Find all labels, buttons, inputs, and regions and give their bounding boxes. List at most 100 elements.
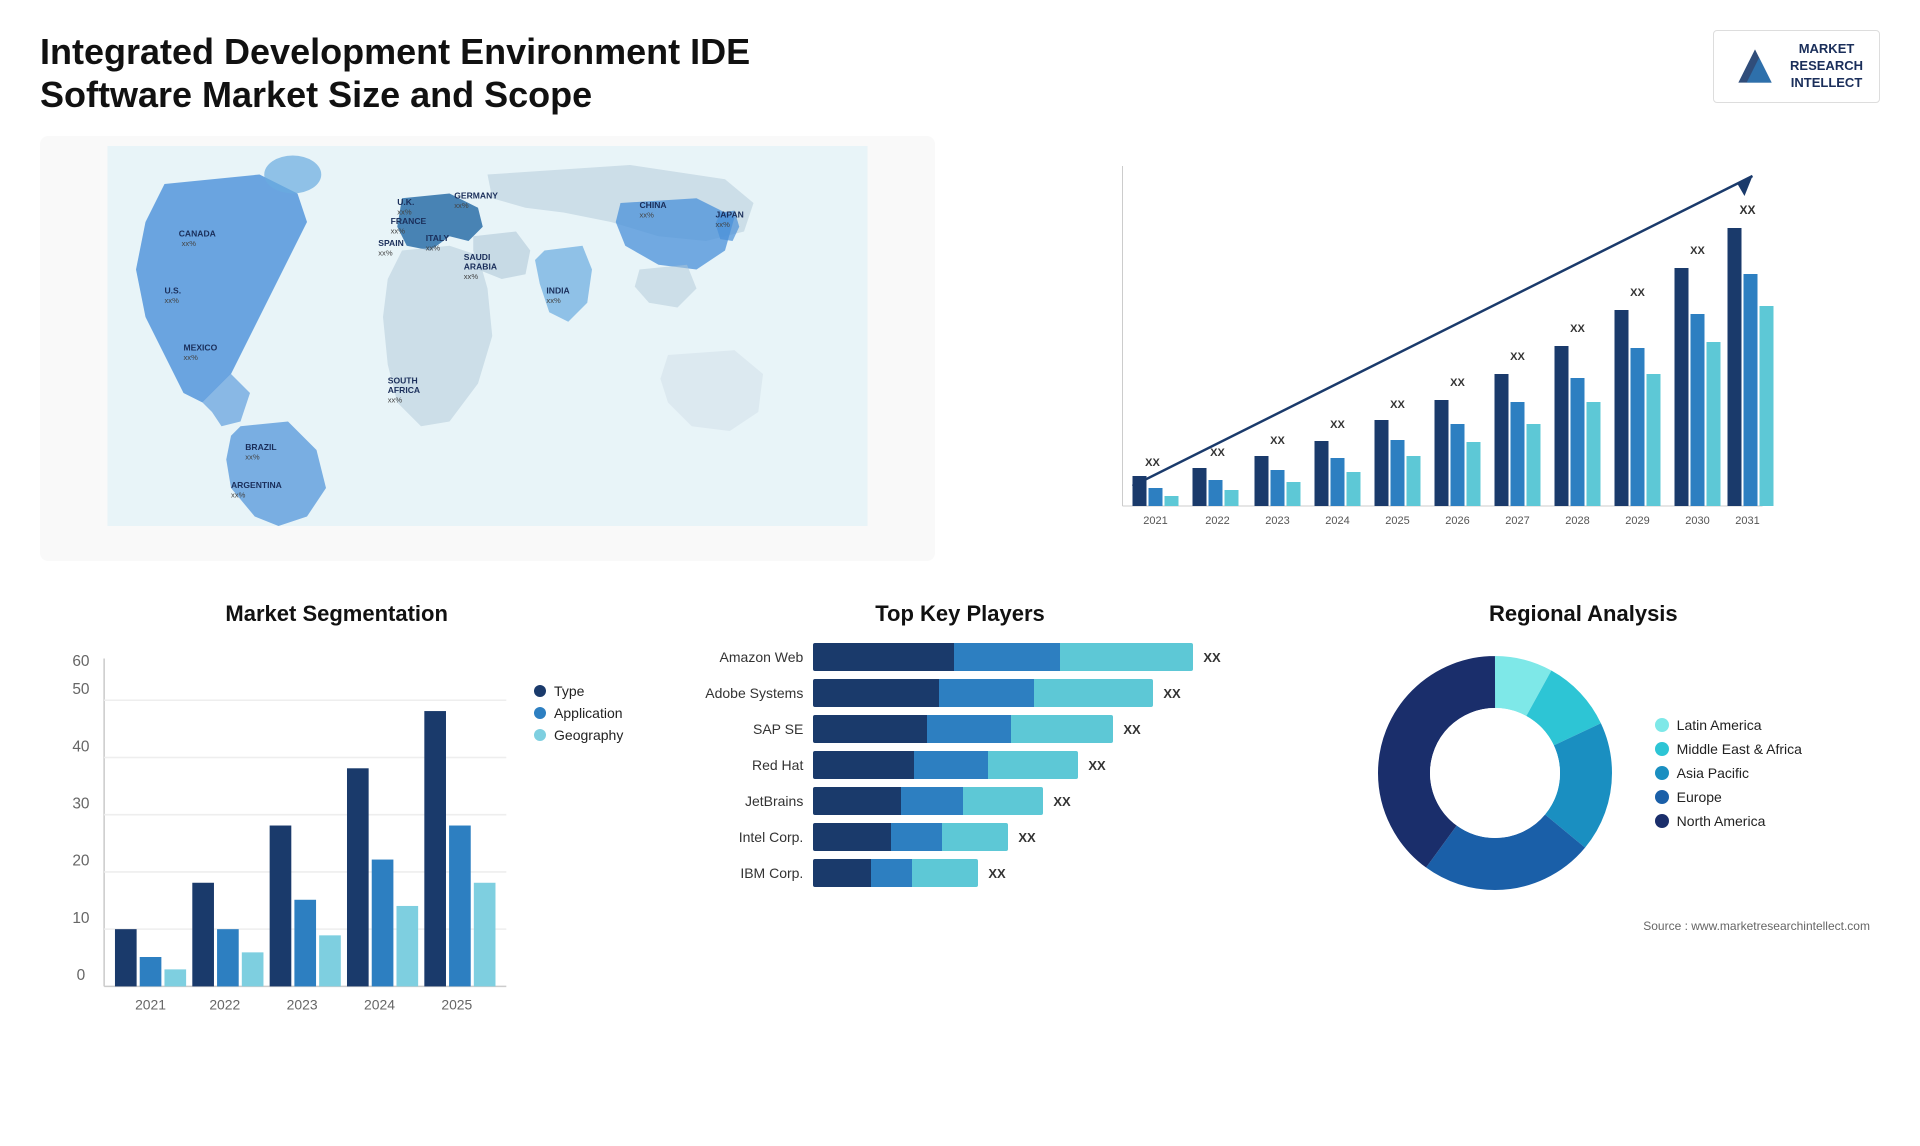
- legend-geography-dot: [534, 729, 546, 741]
- player-name: Intel Corp.: [673, 829, 803, 845]
- svg-text:60: 60: [72, 654, 89, 671]
- legend-apac: Asia Pacific: [1655, 765, 1802, 781]
- legend-mea: Middle East & Africa: [1655, 741, 1802, 757]
- svg-text:FRANCE: FRANCE: [391, 216, 427, 226]
- svg-text:BRAZIL: BRAZIL: [245, 442, 276, 452]
- svg-text:xx%: xx%: [184, 353, 199, 362]
- player-bar-wrap: XX: [813, 643, 1246, 671]
- logo-icon: [1730, 41, 1780, 91]
- svg-text:XX: XX: [1630, 287, 1645, 299]
- bar-seg-dark: [813, 643, 954, 671]
- svg-text:2021: 2021: [1143, 515, 1167, 527]
- player-bar-wrap: XX: [813, 859, 1246, 887]
- svg-text:2022: 2022: [209, 997, 240, 1013]
- svg-text:ITALY: ITALY: [426, 233, 450, 243]
- player-row: IBM Corp. XX: [673, 859, 1246, 887]
- legend-europe-dot: [1655, 790, 1669, 804]
- svg-text:2023: 2023: [287, 997, 318, 1013]
- player-bar: [813, 715, 1113, 743]
- player-name: SAP SE: [673, 721, 803, 737]
- svg-text:xx%: xx%: [231, 491, 246, 500]
- svg-text:SOUTH: SOUTH: [388, 376, 418, 386]
- svg-text:20: 20: [72, 853, 89, 870]
- player-xx: XX: [1088, 758, 1105, 773]
- svg-text:XX: XX: [1690, 245, 1705, 257]
- svg-text:XX: XX: [1739, 203, 1755, 217]
- svg-text:CANADA: CANADA: [179, 229, 216, 239]
- player-bar: [813, 787, 1043, 815]
- player-name: Adobe Systems: [673, 685, 803, 701]
- top-section: CANADA xx% U.S. xx% MEXICO xx% BRAZIL xx…: [40, 136, 1880, 561]
- legend-na-dot: [1655, 814, 1669, 828]
- legend-mea-label: Middle East & Africa: [1677, 741, 1802, 757]
- player-bar: [813, 823, 1008, 851]
- regional-title: Regional Analysis: [1297, 601, 1870, 627]
- player-bar-wrap: XX: [813, 679, 1246, 707]
- svg-text:GERMANY: GERMANY: [454, 191, 498, 201]
- svg-text:CHINA: CHINA: [640, 200, 667, 210]
- svg-text:xx%: xx%: [546, 296, 561, 305]
- svg-text:xx%: xx%: [426, 244, 441, 253]
- svg-text:U.S.: U.S.: [165, 286, 182, 296]
- svg-text:XX: XX: [1210, 447, 1225, 459]
- svg-text:SAUDI: SAUDI: [464, 252, 491, 262]
- bottom-section: Market Segmentation 0 10 20 30 40 50 60: [40, 591, 1880, 1060]
- segmentation-chart: 0 10 20 30 40 50 60: [50, 643, 514, 1045]
- svg-text:50: 50: [72, 681, 89, 698]
- logo-text: MARKET RESEARCH INTELLECT: [1790, 41, 1863, 92]
- svg-text:2021: 2021: [135, 997, 166, 1013]
- player-row: SAP SE XX: [673, 715, 1246, 743]
- player-xx: XX: [1123, 722, 1140, 737]
- legend-application-dot: [534, 707, 546, 719]
- svg-text:2026: 2026: [1445, 515, 1469, 527]
- legend-latin: Latin America: [1655, 717, 1802, 733]
- svg-text:2028: 2028: [1565, 515, 1589, 527]
- svg-text:2030: 2030: [1685, 515, 1709, 527]
- svg-text:2023: 2023: [1265, 515, 1289, 527]
- growth-chart-container: XX 2021 XX 2022 XX 2023 XX 2024 XX: [965, 136, 1880, 561]
- svg-text:2024: 2024: [1325, 515, 1349, 527]
- legend-latin-label: Latin America: [1677, 717, 1762, 733]
- svg-text:xx%: xx%: [378, 249, 393, 258]
- player-name: Red Hat: [673, 757, 803, 773]
- growth-chart: XX 2021 XX 2022 XX 2023 XX 2024 XX: [985, 146, 1860, 546]
- svg-text:xx%: xx%: [391, 227, 406, 236]
- svg-text:XX: XX: [1510, 351, 1525, 363]
- players-list: Amazon Web XX Adobe Systems: [673, 643, 1246, 887]
- source-text: Source : www.marketresearchintellect.com: [1297, 919, 1870, 933]
- svg-text:2025: 2025: [441, 997, 472, 1013]
- player-bar-wrap: XX: [813, 787, 1246, 815]
- legend-mea-dot: [1655, 742, 1669, 756]
- legend-europe: Europe: [1655, 789, 1802, 805]
- legend-apac-dot: [1655, 766, 1669, 780]
- legend-application-label: Application: [554, 705, 623, 721]
- donut-chart: [1365, 643, 1625, 903]
- player-xx: XX: [1053, 794, 1070, 809]
- svg-text:xx%: xx%: [464, 272, 479, 281]
- svg-text:XX: XX: [1330, 419, 1345, 431]
- player-bar-wrap: XX: [813, 823, 1246, 851]
- legend-geography: Geography: [534, 727, 623, 743]
- svg-text:SPAIN: SPAIN: [378, 238, 404, 248]
- svg-text:INDIA: INDIA: [546, 286, 569, 296]
- svg-text:0: 0: [77, 968, 86, 985]
- regional-panel: Regional Analysis: [1287, 591, 1880, 1060]
- player-xx: XX: [1018, 830, 1035, 845]
- legend-europe-label: Europe: [1677, 789, 1722, 805]
- world-map-container: CANADA xx% U.S. xx% MEXICO xx% BRAZIL xx…: [40, 136, 935, 561]
- svg-text:XX: XX: [1450, 377, 1465, 389]
- logo: MARKET RESEARCH INTELLECT: [1713, 30, 1880, 103]
- svg-text:xx%: xx%: [388, 396, 403, 405]
- player-name: Amazon Web: [673, 649, 803, 665]
- legend-type-dot: [534, 685, 546, 697]
- player-xx: XX: [1163, 686, 1180, 701]
- svg-text:2027: 2027: [1505, 515, 1529, 527]
- svg-text:xx%: xx%: [165, 296, 180, 305]
- svg-text:2031: 2031: [1735, 515, 1759, 527]
- svg-text:xx%: xx%: [245, 453, 260, 462]
- bar-seg-light: [1060, 643, 1193, 671]
- svg-text:XX: XX: [1390, 399, 1405, 411]
- legend-geography-label: Geography: [554, 727, 623, 743]
- segmentation-legend: Type Application Geography: [534, 683, 623, 743]
- svg-text:2022: 2022: [1205, 515, 1229, 527]
